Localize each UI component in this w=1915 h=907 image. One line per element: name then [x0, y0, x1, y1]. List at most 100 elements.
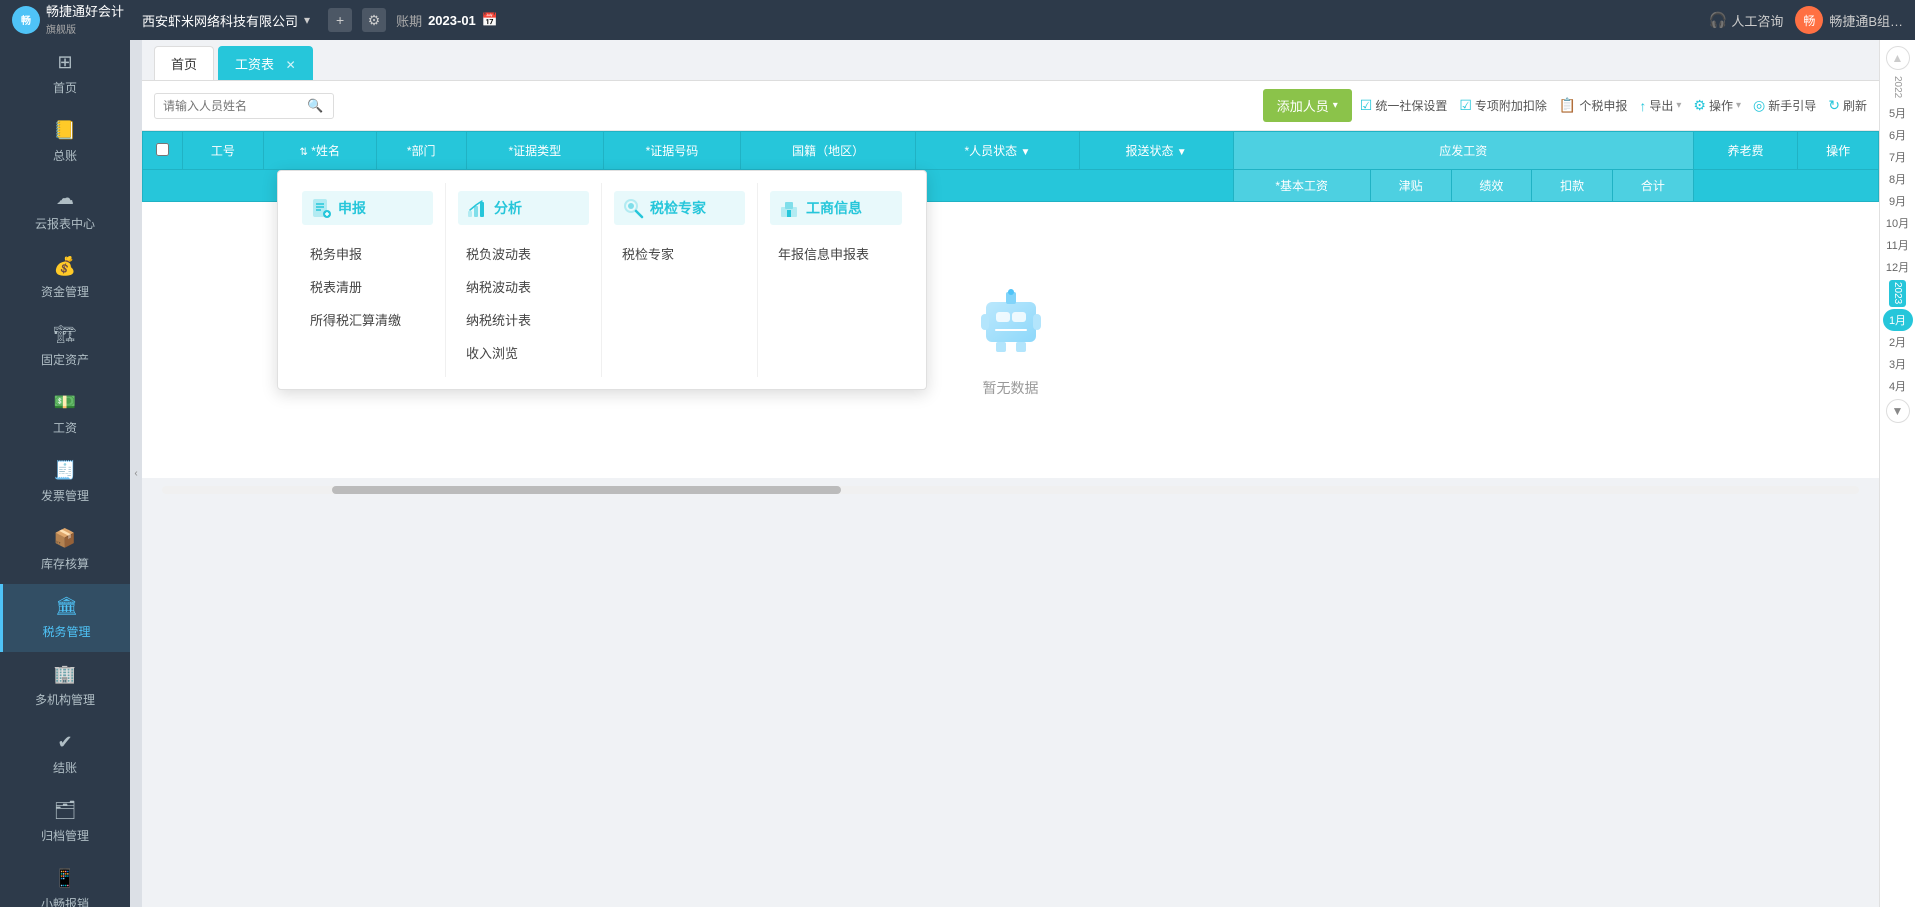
- tax-burden-label: 税负波动表: [466, 247, 531, 262]
- th-yingfa-group: 应发工资: [1233, 132, 1693, 170]
- timeline-month-5[interactable]: 5月: [1883, 102, 1913, 124]
- settings-button[interactable]: ⚙: [362, 8, 386, 32]
- timeline-month-apr[interactable]: 4月: [1883, 375, 1913, 397]
- analysis-section-label: 分析: [494, 198, 522, 218]
- sidebar-item-tax[interactable]: 🏛 税务管理: [0, 584, 130, 652]
- dropdown-menu: 申报 税务申报 税表清册 所得税汇算清缴: [277, 170, 927, 390]
- sidebar-item-salary[interactable]: 💵 工资: [0, 380, 130, 448]
- user-name: 畅捷通B组…: [1829, 11, 1903, 30]
- income-tax-summary-label: 所得税汇算清缴: [310, 313, 401, 328]
- avatar: 畅: [1795, 6, 1823, 34]
- th-id-type: *证据类型: [466, 132, 603, 170]
- tab-salary[interactable]: 工资表 ✕: [218, 46, 313, 80]
- dropdown-item-tax-table[interactable]: 税表清册: [302, 270, 433, 303]
- timeline-month-jan[interactable]: 1月: [1883, 309, 1913, 331]
- dropdown-item-tax-burden[interactable]: 税负波动表: [458, 237, 589, 270]
- sidebar-item-fund[interactable]: 💰 资金管理: [0, 244, 130, 312]
- scrollbar-thumb[interactable]: [332, 486, 841, 494]
- th-emp-id: 工号: [183, 132, 264, 170]
- sidebar: ⊞ 首页 📒 总账 ☁ 云报表中心 💰 资金管理 🏗 固定资产 💵 工资 🧾 发…: [0, 40, 130, 907]
- cloud-report-icon: ☁: [56, 188, 74, 209]
- timeline-prev-button[interactable]: ▲: [1886, 46, 1910, 70]
- timeline-current-year-badge: 2023: [1889, 280, 1906, 306]
- sidebar-item-invoice[interactable]: 🧾 发票管理: [0, 448, 130, 516]
- timeline-month-8[interactable]: 8月: [1883, 168, 1913, 190]
- tab-home[interactable]: 首页: [154, 46, 214, 80]
- tab-home-label: 首页: [171, 57, 197, 72]
- new-guide-toolbar-button[interactable]: ◎ 新手引导: [1753, 97, 1816, 114]
- dropdown-section-analysis: 分析 税负波动表 纳税波动表 纳税统计表 收入浏览: [446, 183, 602, 377]
- sidebar-label-archive: 归档管理: [41, 827, 89, 844]
- sidebar-label-micro-sales: 小畅报销: [41, 895, 89, 907]
- timeline-month-12[interactable]: 12月: [1883, 256, 1913, 278]
- dropdown-item-tax-wave[interactable]: 纳税波动表: [458, 270, 589, 303]
- dropdown-item-tax-expert[interactable]: 税检专家: [614, 237, 745, 270]
- tax-expert-section-icon: [622, 197, 644, 219]
- sidebar-label-fixed-assets: 固定资产: [41, 351, 89, 368]
- company-selector[interactable]: 西安虾米网络科技有限公司 ▾: [134, 7, 318, 34]
- timeline-month-11[interactable]: 11月: [1883, 234, 1913, 256]
- sidebar-collapse-button[interactable]: ‹: [130, 40, 142, 907]
- th-checkbox[interactable]: [143, 132, 183, 170]
- tax-expert-label: 税检专家: [622, 247, 674, 262]
- calendar-icon[interactable]: 📅: [482, 12, 498, 28]
- sidebar-item-multi-org[interactable]: 🏢 多机构管理: [0, 652, 130, 720]
- tax-return-button[interactable]: 📋 个税申报: [1559, 97, 1627, 114]
- timeline-next-button[interactable]: ▼: [1886, 399, 1910, 423]
- export-button[interactable]: ↑ 导出 ▾: [1639, 97, 1681, 114]
- operate-icon: ⚙: [1693, 97, 1706, 114]
- search-input[interactable]: [163, 99, 303, 113]
- sidebar-item-fixed-assets[interactable]: 🏗 固定资产: [0, 312, 130, 380]
- refresh-button[interactable]: ↻ 刷新: [1828, 97, 1867, 114]
- timeline-month-7[interactable]: 7月: [1883, 146, 1913, 168]
- period-value: 2023-01: [428, 13, 476, 28]
- th-country: 国籍（地区）: [741, 132, 916, 170]
- horizontal-scrollbar[interactable]: [162, 486, 1859, 494]
- timeline-month-10[interactable]: 10月: [1883, 212, 1913, 234]
- export-icon: ↑: [1639, 98, 1646, 114]
- timeline-month-mar[interactable]: 3月: [1883, 353, 1913, 375]
- sidebar-item-cloud-report[interactable]: ☁ 云报表中心: [0, 176, 130, 244]
- dropdown-item-income-tax-summary[interactable]: 所得税汇算清缴: [302, 303, 433, 336]
- dropdown-item-annual-report[interactable]: 年报信息申报表: [770, 237, 902, 270]
- sidebar-item-home[interactable]: ⊞ 首页: [0, 40, 130, 108]
- status-filter-icon[interactable]: ▼: [1020, 147, 1030, 158]
- th-base-salary: *基本工资: [1233, 170, 1370, 202]
- add-person-button[interactable]: 添加人员 ▾: [1263, 89, 1352, 122]
- tax-icon: 🏛: [55, 596, 78, 617]
- select-all-checkbox[interactable]: [156, 143, 169, 156]
- sidebar-label-home: 首页: [53, 79, 77, 96]
- top-header: 畅 畅捷通好会计 旗舰版 西安虾米网络科技有限公司 ▾ + ⚙ 账期 2023-…: [0, 0, 1915, 40]
- multi-org-icon: 🏢: [54, 664, 76, 685]
- send-filter-icon[interactable]: ▼: [1177, 147, 1187, 158]
- sidebar-item-inventory[interactable]: 📦 库存核算: [0, 516, 130, 584]
- operate-button[interactable]: ⚙ 操作 ▾: [1693, 97, 1741, 114]
- sidebar-item-micro-sales[interactable]: 📱 小畅报销: [0, 856, 130, 907]
- dropdown-section-tax-expert: 税检专家 税检专家: [602, 183, 758, 377]
- sidebar-item-ledger[interactable]: 📒 总账: [0, 108, 130, 176]
- tab-close-button[interactable]: ✕: [286, 58, 296, 72]
- support-button[interactable]: 🎧 人工咨询: [1709, 11, 1784, 30]
- timeline-month-9[interactable]: 9月: [1883, 190, 1913, 212]
- special-deduction-button[interactable]: ☑ 专项附加扣除: [1459, 97, 1547, 114]
- tab-salary-label: 工资表: [235, 57, 274, 72]
- sidebar-item-archive[interactable]: 🗂 归档管理: [0, 788, 130, 856]
- user-area[interactable]: 畅 畅捷通B组…: [1795, 6, 1903, 34]
- dropdown-section-business-info: 工商信息 年报信息申报表: [758, 183, 914, 377]
- dropdown-item-tax-declaration[interactable]: 税务申报: [302, 237, 433, 270]
- add-company-button[interactable]: +: [328, 8, 352, 32]
- refresh-label: 刷新: [1843, 97, 1867, 114]
- add-person-label: 添加人员: [1277, 96, 1329, 115]
- dropdown-item-income-browse[interactable]: 收入浏览: [458, 336, 589, 369]
- timeline-month-feb[interactable]: 2月: [1883, 331, 1913, 353]
- salary-icon: 💵: [54, 392, 76, 413]
- logo-text: 畅捷通好会计 旗舰版: [46, 4, 124, 36]
- add-dropdown-icon: ▾: [1333, 100, 1338, 111]
- search-icon[interactable]: 🔍: [307, 98, 323, 114]
- timeline-month-6[interactable]: 6月: [1883, 124, 1913, 146]
- social-insurance-button[interactable]: ☑ 统一社保设置: [1360, 97, 1448, 114]
- dropdown-item-tax-stat[interactable]: 纳税统计表: [458, 303, 589, 336]
- inventory-icon: 📦: [54, 528, 76, 549]
- sidebar-item-settle[interactable]: ✔ 结账: [0, 720, 130, 788]
- th-deductions: 扣款: [1532, 170, 1613, 202]
